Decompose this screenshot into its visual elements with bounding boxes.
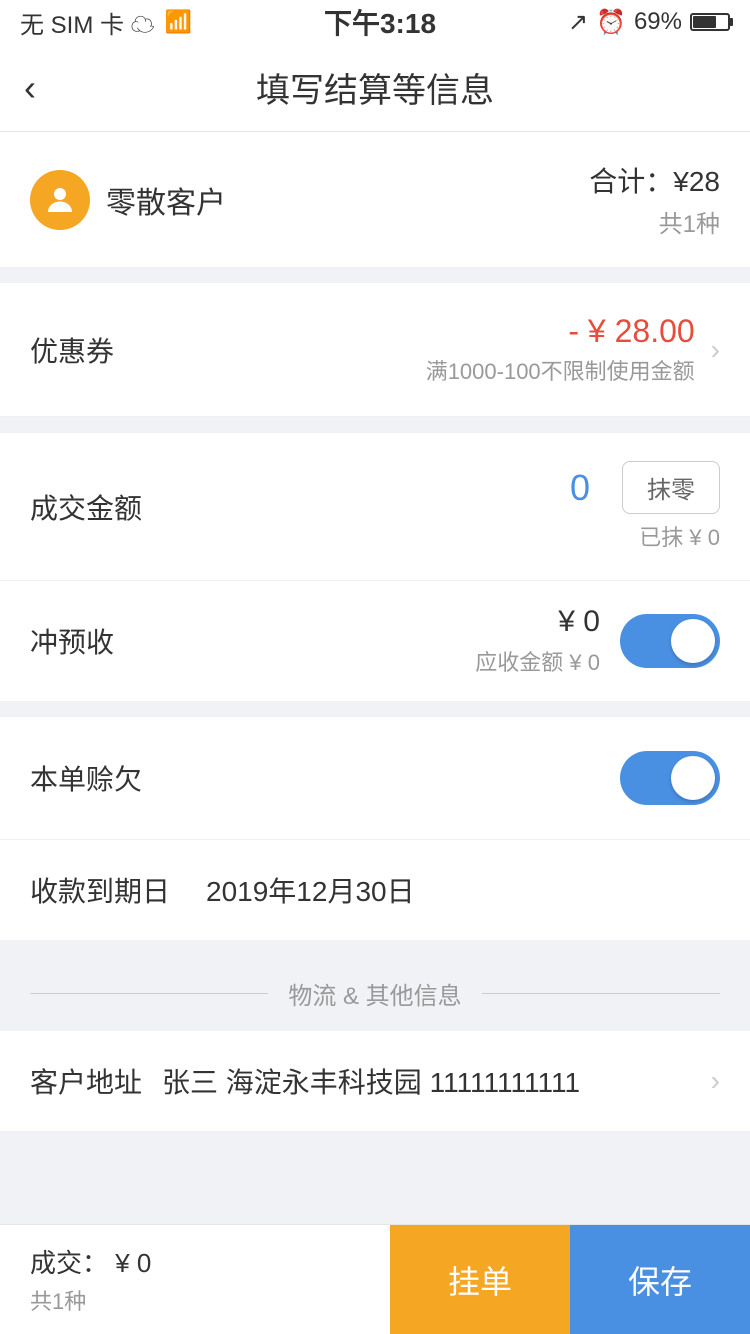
debit-label: 本单赊欠 — [30, 758, 142, 798]
bottom-trans-label: 成交： — [30, 1248, 108, 1278]
save-button[interactable]: 保存 — [570, 1225, 750, 1334]
prepay-label: 冲预收 — [30, 621, 114, 661]
logistics-divider: 物流 & 其他信息 — [0, 956, 750, 1031]
prepay-amount: ¥ 0 — [475, 605, 600, 639]
prepay-amounts: ¥ 0 应收金额 ¥ 0 — [475, 605, 600, 677]
bottom-info: 成交： ¥ 0 共1种 — [0, 1243, 390, 1316]
battery-icon — [690, 13, 730, 31]
due-date-row: 收款到期日 2019年12月30日 — [0, 839, 750, 940]
nav-bar: ‹ 填写结算等信息 — [0, 44, 750, 132]
battery-percent: 69% — [634, 8, 682, 36]
debit-toggle[interactable] — [620, 751, 720, 805]
address-value: 张三 海淀永丰科技园 11111111111 — [162, 1061, 711, 1101]
status-bar: 无 SIM 卡 ☁ 📶 下午3:18 ↗ ⏰ 69% — [0, 0, 750, 44]
due-date-value: 2019年12月30日 — [206, 870, 415, 910]
bottom-transaction: 成交： ¥ 0 — [30, 1243, 360, 1280]
prepay-row: 冲预收 ¥ 0 应收金额 ¥ 0 — [0, 581, 750, 701]
coupon-info: - ¥ 28.00 满1000-100不限制使用金额 — [426, 313, 695, 386]
transaction-label: 成交金额 — [30, 487, 142, 527]
no-sim-text: 无 SIM 卡 ☁ — [20, 5, 155, 40]
main-content: 零散客户 合计：¥28 共1种 优惠券 - ¥ 28.00 满1000-100不… — [0, 132, 750, 1267]
bottom-bar: 成交： ¥ 0 共1种 挂单 保存 — [0, 1224, 750, 1334]
status-left: 无 SIM 卡 ☁ 📶 — [20, 5, 192, 40]
logistics-label: 物流 & 其他信息 — [288, 976, 461, 1011]
coupon-label: 优惠券 — [30, 330, 114, 370]
prepay-toggle[interactable] — [620, 614, 720, 668]
divider-line-left — [30, 993, 268, 994]
transaction-right: 0 抹零 已抹 ¥ 0 — [570, 461, 720, 552]
coupon-desc: 满1000-100不限制使用金额 — [426, 354, 695, 386]
page-title: 填写结算等信息 — [256, 63, 494, 112]
coupon-row[interactable]: 优惠券 - ¥ 28.00 满1000-100不限制使用金额 › — [0, 283, 750, 417]
address-label: 客户地址 — [30, 1061, 142, 1101]
total-count: 共1种 — [589, 204, 720, 239]
coupon-right: - ¥ 28.00 满1000-100不限制使用金额 › — [426, 313, 720, 386]
due-date-label: 收款到期日 — [30, 870, 170, 910]
customer-row: 零散客户 合计：¥28 共1种 — [0, 132, 750, 267]
hang-button[interactable]: 挂单 — [390, 1225, 570, 1334]
customer-totals: 合计：¥28 共1种 — [589, 160, 720, 239]
total-amount: 合计：¥28 — [589, 160, 720, 200]
alarm-icon: ⏰ — [596, 8, 626, 37]
address-chevron-icon: › — [711, 1065, 720, 1097]
toggle-knob — [671, 619, 715, 663]
coupon-amount: - ¥ 28.00 — [426, 313, 695, 350]
transaction-value: 0 — [570, 467, 590, 509]
address-row[interactable]: 客户地址 张三 海淀永丰科技园 11111111111 › — [0, 1031, 750, 1131]
transaction-info: 0 抹零 已抹 ¥ 0 — [570, 461, 720, 552]
transaction-sub: 已抹 ¥ 0 — [570, 520, 720, 552]
chevron-right-icon: › — [711, 334, 720, 366]
bottom-count: 共1种 — [30, 1284, 360, 1316]
avatar — [30, 170, 90, 230]
customer-name: 零散客户 — [106, 178, 226, 222]
divider-line-right — [482, 993, 720, 994]
bottom-trans-value: ¥ 0 — [115, 1248, 151, 1278]
debit-toggle-knob — [671, 756, 715, 800]
wifi-icon: 📶 — [165, 9, 192, 35]
status-right: ↗ ⏰ 69% — [568, 8, 730, 37]
prepay-sub: 应收金额 ¥ 0 — [475, 645, 600, 677]
debit-section: 本单赊欠 收款到期日 2019年12月30日 — [0, 717, 750, 940]
location-icon: ↗ — [568, 8, 588, 37]
customer-info: 零散客户 — [30, 170, 226, 230]
round-button[interactable]: 抹零 — [622, 461, 720, 514]
user-icon — [42, 182, 78, 218]
transaction-row: 成交金额 0 抹零 已抹 ¥ 0 — [0, 433, 750, 581]
status-time: 下午3:18 — [324, 2, 436, 42]
debit-row: 本单赊欠 — [0, 717, 750, 839]
prepay-right: ¥ 0 应收金额 ¥ 0 — [475, 605, 720, 677]
transaction-section: 成交金额 0 抹零 已抹 ¥ 0 冲预收 ¥ 0 应收金额 ¥ 0 — [0, 433, 750, 701]
back-button[interactable]: ‹ — [24, 67, 36, 109]
coupon-card: 优惠券 - ¥ 28.00 满1000-100不限制使用金额 › — [0, 283, 750, 417]
